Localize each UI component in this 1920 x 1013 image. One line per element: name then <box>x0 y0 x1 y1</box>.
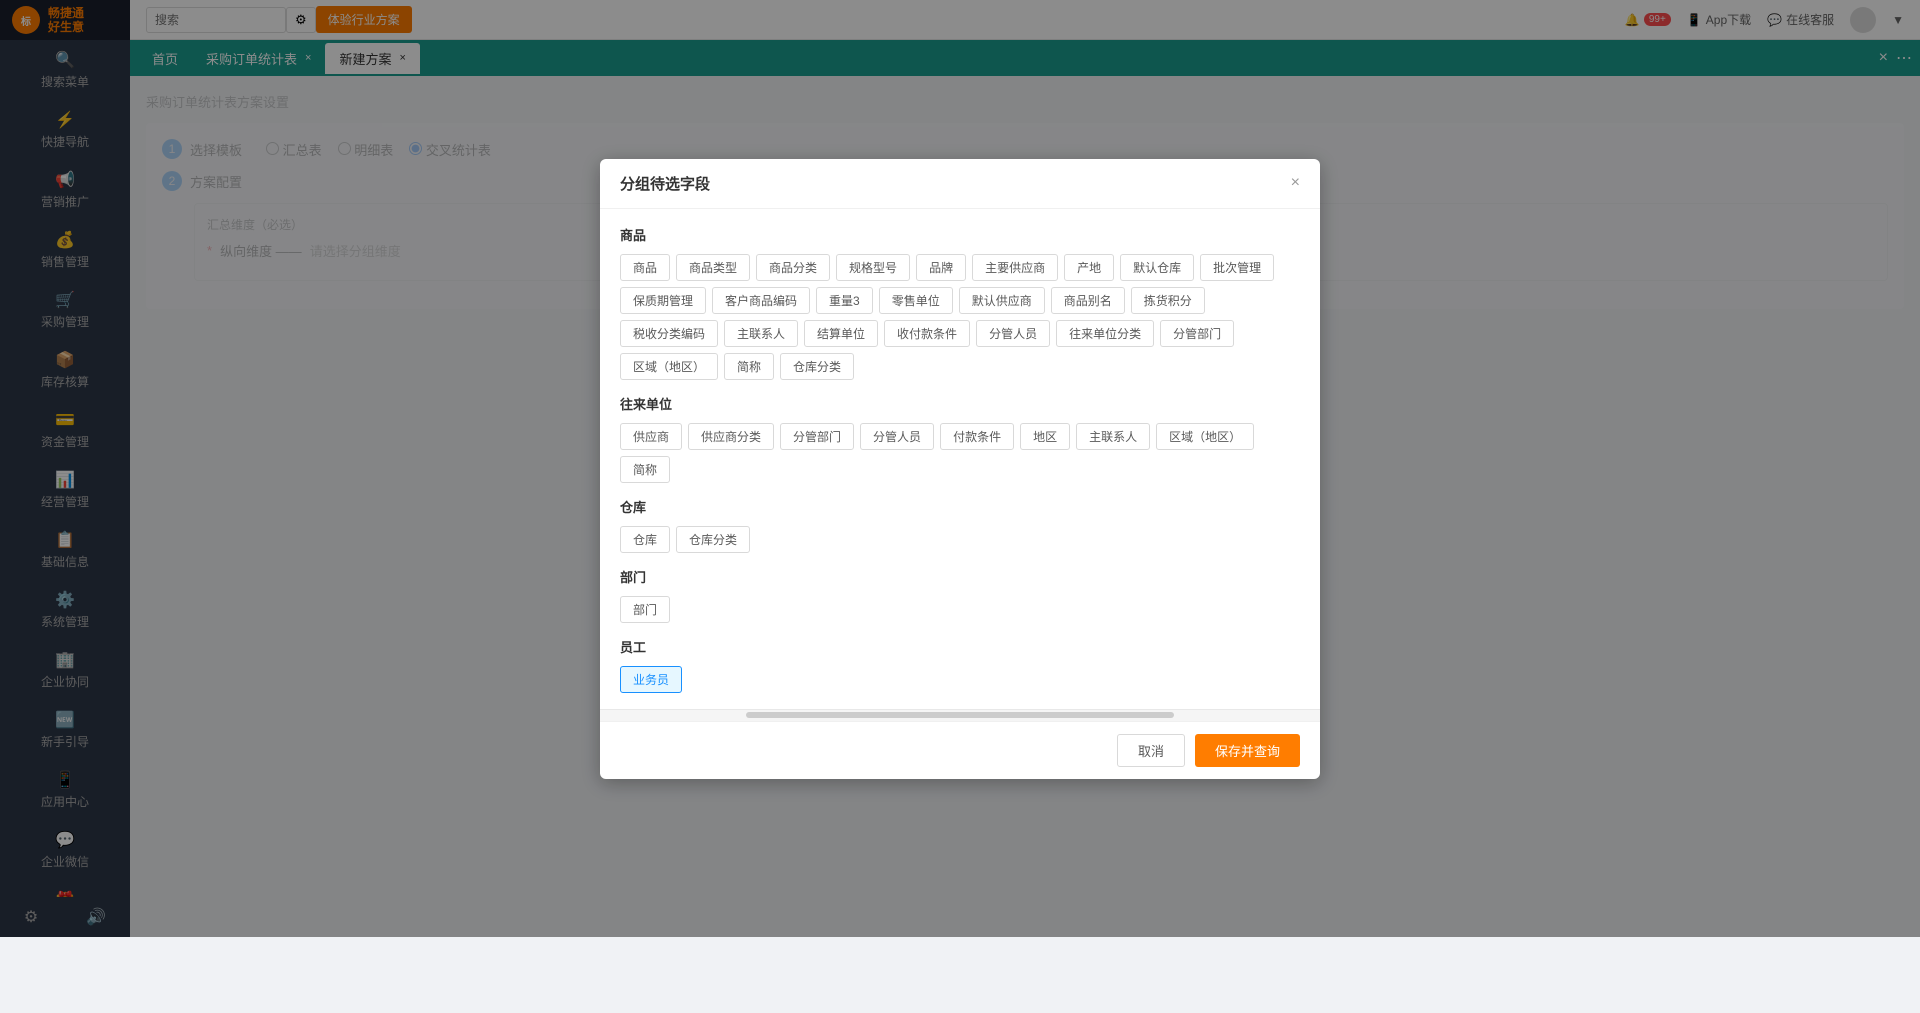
tag-staff-业务员[interactable]: 业务员 <box>620 666 682 693</box>
tag-grid-partner: 供应商供应商分类分管部门分管人员付款条件地区主联系人区域（地区） 简称 <box>620 423 1300 483</box>
tag-partner-地区[interactable]: 地区 <box>1020 423 1070 450</box>
tag-partner-供应商分类[interactable]: 供应商分类 <box>688 423 774 450</box>
tag-goods-简称[interactable]: 简称 <box>724 353 774 380</box>
tag-goods-主联系人[interactable]: 主联系人 <box>724 320 798 347</box>
modal-body[interactable]: 商品商品商品类型商品分类规格型号品牌主要供应商产地默认仓库批次管理保质期管理客户… <box>600 209 1320 710</box>
tag-warehouse-仓库[interactable]: 仓库 <box>620 526 670 553</box>
tag-goods-仓库分类[interactable]: 仓库分类 <box>780 353 854 380</box>
modal-header: 分组待选字段 × <box>600 159 1320 209</box>
section-title-goods: 商品 <box>620 225 1300 244</box>
tag-partner-供应商[interactable]: 供应商 <box>620 423 682 450</box>
tag-goods-商品别名[interactable]: 商品别名 <box>1051 287 1125 314</box>
tag-partner-分管人员[interactable]: 分管人员 <box>860 423 934 450</box>
tag-goods-分管部门[interactable]: 分管部门 <box>1160 320 1234 347</box>
tag-goods-主要供应商[interactable]: 主要供应商 <box>972 254 1058 281</box>
tag-grid-warehouse: 仓库仓库分类 <box>620 526 1300 553</box>
tag-goods-重量3[interactable]: 重量3 <box>816 287 873 314</box>
modal-dialog: 分组待选字段 × 商品商品商品类型商品分类规格型号品牌主要供应商产地默认仓库批次… <box>600 159 1320 779</box>
tag-goods-批次管理[interactable]: 批次管理 <box>1200 254 1274 281</box>
modal-hscrollbar[interactable] <box>600 709 1320 720</box>
section-title-department: 部门 <box>620 567 1300 586</box>
tag-partner-简称[interactable]: 简称 <box>620 456 670 483</box>
tag-department-部门[interactable]: 部门 <box>620 596 670 623</box>
tag-partner-主联系人[interactable]: 主联系人 <box>1076 423 1150 450</box>
tag-grid-staff: 业务员 <box>620 666 1300 693</box>
tag-goods-收付款条件[interactable]: 收付款条件 <box>884 320 970 347</box>
tag-goods-规格型号[interactable]: 规格型号 <box>836 254 910 281</box>
cancel-btn[interactable]: 取消 <box>1117 734 1185 767</box>
tag-warehouse-仓库分类[interactable]: 仓库分类 <box>676 526 750 553</box>
tag-goods-保质期管理[interactable]: 保质期管理 <box>620 287 706 314</box>
tag-goods-税收分类编码[interactable]: 税收分类编码 <box>620 320 718 347</box>
tag-partner-付款条件[interactable]: 付款条件 <box>940 423 1014 450</box>
section-title-warehouse: 仓库 <box>620 497 1300 516</box>
tag-goods-产地[interactable]: 产地 <box>1064 254 1114 281</box>
tag-partner-分管部门[interactable]: 分管部门 <box>780 423 854 450</box>
tag-grid-department: 部门 <box>620 596 1300 623</box>
modal-overlay: 分组待选字段 × 商品商品商品类型商品分类规格型号品牌主要供应商产地默认仓库批次… <box>0 0 1920 937</box>
modal-footer: 取消 保存并查询 <box>600 721 1320 779</box>
modal-close-btn[interactable]: × <box>1291 174 1300 192</box>
tag-goods-拣货积分[interactable]: 拣货积分 <box>1131 287 1205 314</box>
section-title-partner: 往来单位 <box>620 394 1300 413</box>
tag-goods-商品[interactable]: 商品 <box>620 254 670 281</box>
tag-goods-客户商品编码[interactable]: 客户商品编码 <box>712 287 810 314</box>
tag-goods-区域（地区）[interactable]: 区域（地区） <box>620 353 718 380</box>
modal-title: 分组待选字段 <box>620 173 710 194</box>
tag-goods-默认供应商[interactable]: 默认供应商 <box>959 287 1045 314</box>
section-title-staff: 员工 <box>620 637 1300 656</box>
tag-partner-区域（地区）[interactable]: 区域（地区） <box>1156 423 1254 450</box>
tag-goods-商品类型[interactable]: 商品类型 <box>676 254 750 281</box>
tag-grid-goods: 商品商品类型商品分类规格型号品牌主要供应商产地默认仓库批次管理保质期管理客户商品… <box>620 254 1300 380</box>
tag-goods-往来单位分类[interactable]: 往来单位分类 <box>1056 320 1154 347</box>
tag-goods-商品分类[interactable]: 商品分类 <box>756 254 830 281</box>
tag-goods-零售单位[interactable]: 零售单位 <box>879 287 953 314</box>
tag-goods-默认仓库[interactable]: 默认仓库 <box>1120 254 1194 281</box>
confirm-btn[interactable]: 保存并查询 <box>1195 734 1300 767</box>
tag-goods-分管人员[interactable]: 分管人员 <box>976 320 1050 347</box>
tag-goods-结算单位[interactable]: 结算单位 <box>804 320 878 347</box>
tag-goods-品牌[interactable]: 品牌 <box>916 254 966 281</box>
